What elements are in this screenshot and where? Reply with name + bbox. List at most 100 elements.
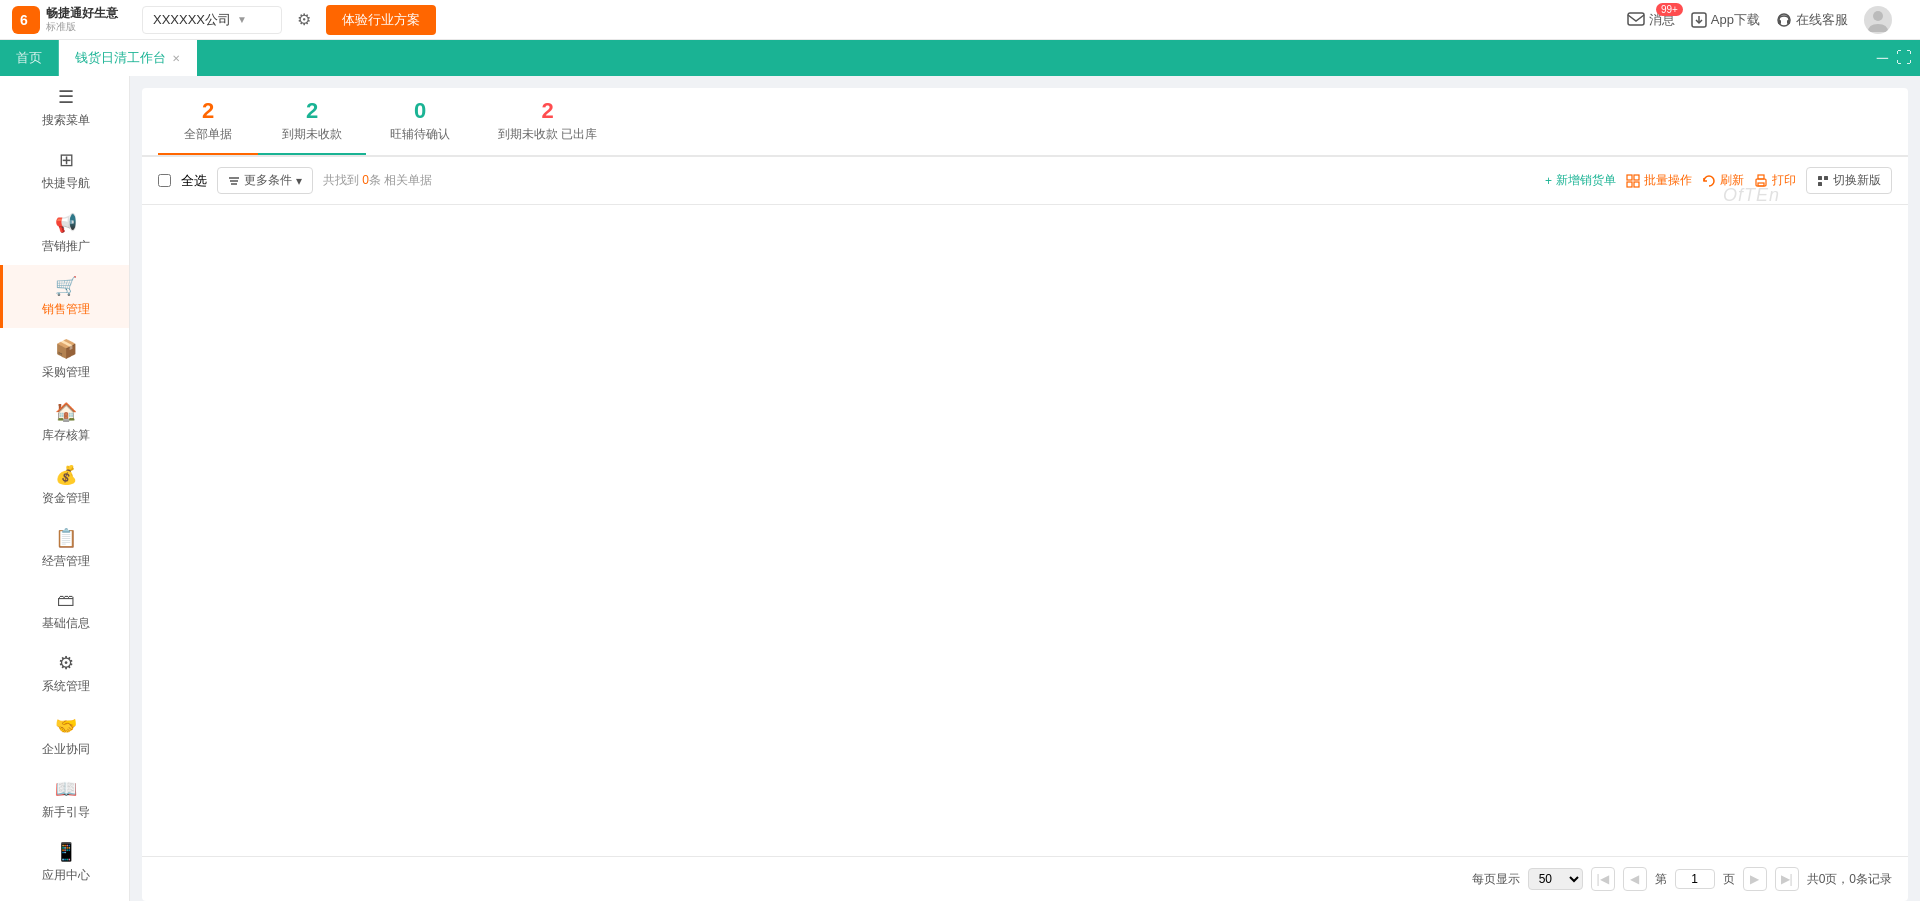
purchase-icon: 📦 (55, 338, 77, 360)
total-records-label: 共0页，0条记录 (1807, 871, 1892, 888)
sidebar-item-search[interactable]: ☰ 搜索菜单 (0, 76, 129, 139)
select-all-label: 全选 (181, 172, 207, 190)
trial-button[interactable]: 体验行业方案 (326, 5, 436, 35)
main-layout: ☰ 搜索菜单 ⊞ 快捷导航 📢 营销推广 🛒 销售管理 📦 采购管理 🏠 库存核… (0, 76, 1920, 901)
online-service-button[interactable]: 在线客服 (1776, 11, 1848, 29)
svg-rect-17 (1758, 183, 1764, 186)
nav-tabs: 首页 钱货日清工作台 ✕ ─ ⛶ (0, 40, 1920, 76)
prev-page-button[interactable]: ◀ (1623, 867, 1647, 891)
found-count-text: 共找到 0条 相关单据 (323, 172, 432, 189)
operations-icon: 📋 (55, 527, 77, 549)
close-tab-icon[interactable]: ✕ (172, 53, 180, 64)
stats-count-overdue: 2 (306, 98, 318, 124)
top-header: 6 畅捷通好生意 标准版 XXXXXX公司 ▼ ⚙ 体验行业方案 消息 99+ (0, 0, 1920, 40)
first-page-button[interactable]: |◀ (1591, 867, 1615, 891)
svg-rect-11 (1627, 175, 1632, 180)
svg-rect-19 (1824, 176, 1828, 180)
content-area: 2 全部单据 2 到期未收款 0 旺辅待确认 2 到期未收款 已出库 全选 (130, 76, 1920, 901)
sidebar-item-finance-label: 资金管理 (42, 490, 90, 507)
svg-rect-13 (1627, 182, 1632, 187)
sidebar-item-guide[interactable]: 📖 新手引导 (0, 768, 129, 831)
svg-rect-20 (1818, 182, 1822, 186)
company-selector[interactable]: XXXXXX公司 ▼ (142, 6, 282, 34)
last-page-button[interactable]: ▶| (1775, 867, 1799, 891)
sidebar-item-finance[interactable]: 💰 资金管理 (0, 454, 129, 517)
online-service-label: 在线客服 (1796, 11, 1848, 29)
message-icon (1627, 11, 1645, 29)
add-sales-order-button[interactable]: + 新增销货单 (1545, 172, 1616, 189)
more-filter-button[interactable]: 更多条件 ▾ (217, 167, 313, 194)
sidebar-item-operations-label: 经营管理 (42, 553, 90, 570)
switch-version-label: 切换新版 (1833, 172, 1881, 189)
sidebar-item-system-label: 系统管理 (42, 678, 90, 695)
sidebar-item-marketing-label: 营销推广 (42, 238, 90, 255)
select-all-checkbox[interactable] (158, 174, 171, 187)
stats-count-all: 2 (202, 98, 214, 124)
toolbar: 全选 更多条件 ▾ 共找到 0条 相关单据 + 新增销货单 (142, 156, 1908, 204)
page-size-select[interactable]: 50 100 200 (1528, 868, 1583, 890)
sidebar-item-cooperation[interactable]: 🤝 企业协同 (0, 705, 129, 768)
tab-actions: ─ ⛶ (1869, 40, 1920, 76)
sidebar-item-app-center-label: 应用中心 (42, 867, 90, 884)
cooperation-icon: 🤝 (55, 715, 77, 737)
sidebar-item-wechat[interactable]: 💬 企业微信 (0, 894, 129, 901)
avatar[interactable] (1864, 6, 1892, 34)
minimize-button[interactable]: ─ (1877, 49, 1888, 67)
stats-label-all: 全部单据 (184, 126, 232, 143)
filter-chevron-icon: ▾ (296, 174, 302, 188)
tab-qianhuoday[interactable]: 钱货日清工作台 ✕ (59, 40, 197, 76)
table-area (142, 204, 1908, 856)
app-download-label: App下载 (1711, 11, 1760, 29)
switch-version-button[interactable]: 切换新版 (1806, 167, 1892, 194)
svg-text:6: 6 (20, 12, 28, 28)
sidebar-item-basic-info-label: 基础信息 (42, 615, 90, 632)
logo-icon: 6 (12, 6, 40, 34)
header-right: 消息 99+ App下载 在线客服 (1627, 6, 1908, 34)
plus-icon: + (1545, 174, 1552, 188)
sidebar-item-basic-info[interactable]: 🗃 基础信息 (0, 580, 129, 642)
stats-tab-all[interactable]: 2 全部单据 (158, 88, 258, 155)
sidebar-item-sales[interactable]: 🛒 销售管理 (0, 265, 129, 328)
chevron-down-icon: ▼ (237, 14, 247, 25)
stats-tab-overdue[interactable]: 2 到期未收款 (258, 88, 366, 155)
headset-icon (1776, 12, 1792, 28)
stats-count-shipped: 2 (542, 98, 554, 124)
add-sales-order-label: 新增销货单 (1556, 172, 1616, 189)
settings-icon[interactable]: ⚙ (290, 6, 318, 34)
sidebar-item-system[interactable]: ⚙ 系统管理 (0, 642, 129, 705)
svg-rect-1 (1628, 13, 1644, 25)
marketing-icon: 📢 (55, 212, 77, 234)
refresh-button[interactable]: 刷新 (1702, 172, 1744, 189)
svg-rect-14 (1634, 182, 1639, 187)
svg-rect-12 (1634, 175, 1639, 180)
message-button[interactable]: 消息 99+ (1627, 11, 1675, 29)
svg-rect-18 (1818, 176, 1822, 180)
tab-spacer (197, 40, 1869, 76)
basic-info-icon: 🗃 (57, 590, 75, 611)
next-page-button[interactable]: ▶ (1743, 867, 1767, 891)
batch-operation-button[interactable]: 批量操作 (1626, 172, 1692, 189)
current-page-input[interactable] (1675, 869, 1715, 889)
stats-tab-shipped[interactable]: 2 到期未收款 已出库 (474, 88, 621, 155)
sidebar-item-quick-nav[interactable]: ⊞ 快捷导航 (0, 139, 129, 202)
search-menu-icon: ☰ (58, 86, 74, 108)
maximize-button[interactable]: ⛶ (1896, 49, 1912, 67)
refresh-icon (1702, 174, 1716, 188)
stats-count-pending: 0 (414, 98, 426, 124)
sidebar-item-operations[interactable]: 📋 经营管理 (0, 517, 129, 580)
sidebar-item-inventory[interactable]: 🏠 库存核算 (0, 391, 129, 454)
svg-rect-16 (1758, 175, 1764, 179)
stats-label-pending: 旺辅待确认 (390, 126, 450, 143)
sidebar-item-marketing[interactable]: 📢 营销推广 (0, 202, 129, 265)
sales-icon: 🛒 (55, 275, 77, 297)
message-badge: 99+ (1656, 3, 1683, 16)
app-download-button[interactable]: App下载 (1691, 11, 1760, 29)
tab-home[interactable]: 首页 (0, 40, 59, 76)
sidebar-item-app-center[interactable]: 📱 应用中心 (0, 831, 129, 894)
app-title: 畅捷通好生意 (46, 6, 118, 20)
sidebar-item-purchase[interactable]: 📦 采购管理 (0, 328, 129, 391)
print-button[interactable]: 打印 (1754, 172, 1796, 189)
guide-icon: 📖 (55, 778, 77, 800)
stats-tab-pending[interactable]: 0 旺辅待确认 (366, 88, 474, 155)
system-icon: ⚙ (58, 652, 74, 674)
